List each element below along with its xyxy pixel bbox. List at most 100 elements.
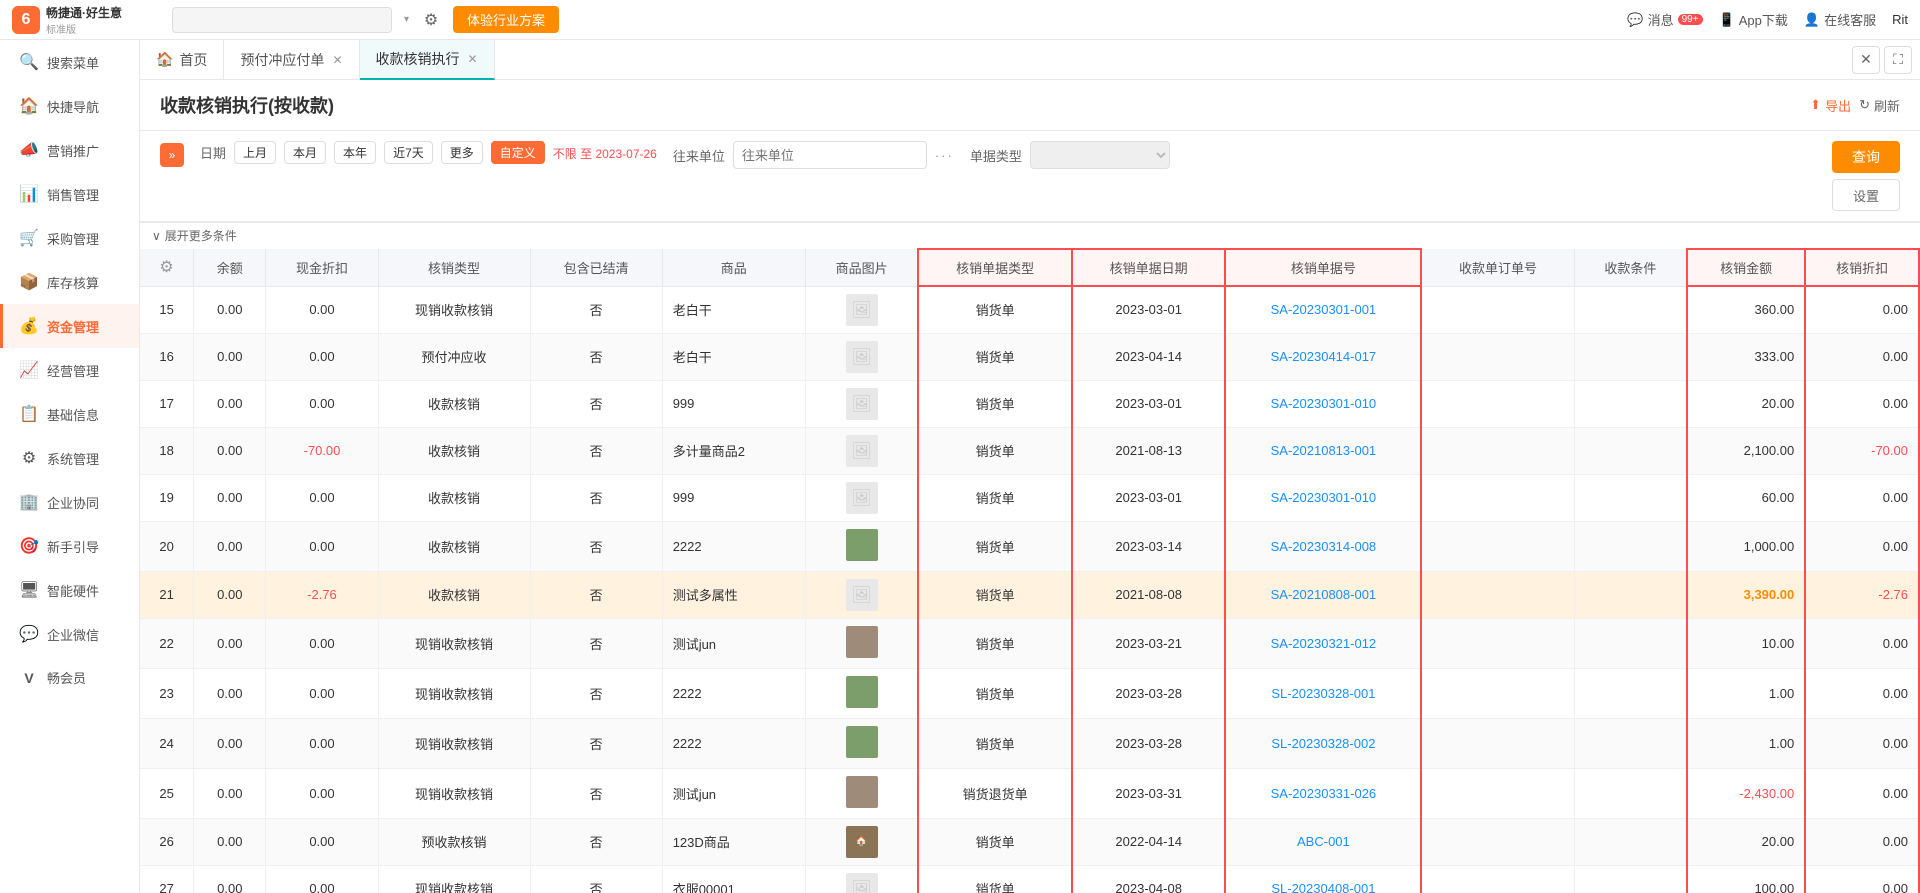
td-receipt-cond	[1574, 427, 1687, 474]
guide-icon: 🎯	[19, 536, 39, 556]
online-service-btn[interactable]: 👤 在线客服	[1804, 10, 1876, 29]
refresh-button[interactable]: ↻ 刷新	[1859, 96, 1900, 115]
td-writeoff-type: 现销收款核销	[378, 865, 530, 893]
voucher-no-link[interactable]: SA-20230414-017	[1271, 349, 1377, 364]
export-button[interactable]: ⬆ 导出	[1810, 96, 1851, 115]
td-voucher-no[interactable]: SL-20230328-002	[1225, 718, 1421, 768]
td-voucher-no[interactable]: ABC-001	[1225, 818, 1421, 865]
sidebar-label-system: 系统管理	[47, 449, 99, 468]
sidebar-label-wechat: 企业微信	[47, 625, 99, 644]
dropdown-arrow[interactable]: ▾	[404, 14, 409, 25]
refresh-label: 刷新	[1874, 96, 1900, 115]
tab-home[interactable]: 🏠 首页	[140, 40, 224, 80]
tab-prepay-close[interactable]: ✕	[332, 53, 342, 67]
voucher-no-link[interactable]: SL-20230328-001	[1271, 686, 1375, 701]
expand-more-btn[interactable]: ∨ 展开更多条件	[140, 222, 1920, 248]
td-voucher-no[interactable]: SL-20230408-001	[1225, 865, 1421, 893]
voucher-no-link[interactable]: SL-20230328-002	[1271, 736, 1375, 751]
setting-button[interactable]: 设置	[1832, 179, 1900, 211]
td-product: 测试多属性	[662, 571, 805, 618]
td-voucher-no[interactable]: SA-20230301-010	[1225, 474, 1421, 521]
table-row: 25 0.00 0.00 现销收款核销 否 测试jun 销货退货单 2023-0…	[140, 768, 1919, 818]
sidebar-label-company: 企业协同	[47, 493, 99, 512]
td-writeoff-discount: 0.00	[1805, 286, 1919, 333]
sidebar-item-inventory[interactable]: 📦 库存核算	[0, 260, 139, 304]
td-receipt-cond	[1574, 521, 1687, 571]
td-writeoff-type: 收款核销	[378, 521, 530, 571]
sidebar-item-shortcut[interactable]: 🏠 快捷导航	[0, 84, 139, 128]
voucher-no-link[interactable]: SL-20230408-001	[1271, 881, 1375, 893]
td-cash-discount: 0.00	[266, 521, 378, 571]
query-button[interactable]: 查询	[1832, 141, 1900, 173]
sidebar-item-wechat[interactable]: 💬 企业微信	[0, 612, 139, 656]
sidebar-item-finance[interactable]: 💰 资金管理	[0, 304, 139, 348]
last7-btn[interactable]: 近7天	[384, 141, 433, 164]
td-row-num: 25	[140, 768, 194, 818]
voucher-no-link[interactable]: SA-20210808-001	[1271, 587, 1377, 602]
voucher-no-link[interactable]: ABC-001	[1297, 834, 1350, 849]
td-included: 否	[530, 718, 662, 768]
last-month-btn[interactable]: 上月	[234, 141, 276, 164]
partner-input[interactable]	[733, 141, 927, 169]
voucher-no-link[interactable]: SA-20230301-010	[1271, 396, 1377, 411]
messages-btn[interactable]: 💬 消息 99+	[1627, 10, 1702, 29]
td-voucher-no[interactable]: SA-20230321-012	[1225, 618, 1421, 668]
tab-writeoff-close[interactable]: ✕	[468, 52, 478, 66]
solution-button[interactable]: 体验行业方案	[453, 6, 559, 33]
sidebar-item-member[interactable]: V 畅会员	[0, 656, 139, 699]
sidebar-item-sales[interactable]: 📊 销售管理	[0, 172, 139, 216]
tab-prepay[interactable]: 预付冲应付单 ✕	[224, 40, 359, 80]
td-voucher-no[interactable]: SA-20210813-001	[1225, 427, 1421, 474]
tab-prepay-label: 预付冲应付单	[240, 50, 324, 70]
sidebar-item-system[interactable]: ⚙ 系统管理	[0, 436, 139, 480]
voucher-no-link[interactable]: SA-20230314-008	[1271, 539, 1377, 554]
table-row: 16 0.00 0.00 预付冲应收 否 老白干 🖼 销货单 2023-04-1…	[140, 333, 1919, 380]
gear-icon[interactable]: ⚙	[419, 8, 443, 32]
custom-date-btn[interactable]: 自定义	[491, 141, 545, 164]
td-writeoff-type: 收款核销	[378, 380, 530, 427]
td-row-num: 15	[140, 286, 194, 333]
voucher-no-link[interactable]: SA-20210813-001	[1271, 443, 1377, 458]
sidebar-item-guide[interactable]: 🎯 新手引导	[0, 524, 139, 568]
voucher-no-link[interactable]: SA-20230301-001	[1271, 302, 1377, 317]
voucher-no-link[interactable]: SA-20230301-010	[1271, 490, 1377, 505]
td-cash-discount: 0.00	[266, 865, 378, 893]
td-voucher-no[interactable]: SA-20230331-026	[1225, 768, 1421, 818]
tab-writeoff[interactable]: 收款核销执行 ✕	[360, 40, 495, 80]
td-voucher-no[interactable]: SA-20230301-010	[1225, 380, 1421, 427]
filter-toggle-btn[interactable]: »	[160, 143, 184, 167]
td-voucher-date: 2023-03-28	[1072, 668, 1226, 718]
sidebar-item-marketing[interactable]: 📣 营销推广	[0, 128, 139, 172]
voucher-no-link[interactable]: SA-20230331-026	[1271, 786, 1377, 801]
user-name[interactable]: Rit	[1892, 12, 1908, 27]
td-voucher-type: 销货单	[918, 618, 1072, 668]
this-year-btn[interactable]: 本年	[334, 141, 376, 164]
sidebar-item-purchase[interactable]: 🛒 采购管理	[0, 216, 139, 260]
sidebar-item-search[interactable]: 🔍 搜索菜单	[0, 40, 139, 84]
sidebar-item-operation[interactable]: 📈 经营管理	[0, 348, 139, 392]
content-area: 🏠 首页 预付冲应付单 ✕ 收款核销执行 ✕ ✕ ⛶ 收款核销执行(按收款)	[140, 40, 1920, 893]
voucher-type-select[interactable]	[1030, 141, 1170, 169]
voucher-no-link[interactable]: SA-20230321-012	[1271, 636, 1377, 651]
th-settings[interactable]: ⚙	[140, 249, 194, 286]
sidebar-item-company[interactable]: 🏢 企业协同	[0, 480, 139, 524]
sidebar-item-hardware[interactable]: 🖥 智能硬件	[0, 568, 139, 612]
tab-close-btn[interactable]: ✕	[1852, 46, 1880, 74]
this-month-btn[interactable]: 本月	[284, 141, 326, 164]
table-row: 15 0.00 0.00 现销收款核销 否 老白干 🖼 销货单 2023-03-…	[140, 286, 1919, 333]
app-download-btn[interactable]: 📱 App下载	[1719, 10, 1788, 29]
td-included: 否	[530, 427, 662, 474]
td-voucher-no[interactable]: SA-20230414-017	[1225, 333, 1421, 380]
tab-fullscreen-btn[interactable]: ⛶	[1884, 46, 1912, 74]
th-writeoff-type: 核销类型	[378, 249, 530, 286]
td-voucher-no[interactable]: SA-20230314-008	[1225, 521, 1421, 571]
td-voucher-no[interactable]: SA-20210808-001	[1225, 571, 1421, 618]
sidebar-item-basic[interactable]: 📋 基础信息	[0, 392, 139, 436]
td-receipt-cond	[1574, 668, 1687, 718]
td-product: 2222	[662, 521, 805, 571]
more-date-btn[interactable]: 更多	[441, 141, 483, 164]
td-voucher-no[interactable]: SL-20230328-001	[1225, 668, 1421, 718]
marketing-icon: 📣	[19, 140, 39, 160]
td-voucher-no[interactable]: SA-20230301-001	[1225, 286, 1421, 333]
sidebar: 🔍 搜索菜单 🏠 快捷导航 📣 营销推广 📊 销售管理 🛒 采购管理 📦 库存核…	[0, 40, 140, 893]
